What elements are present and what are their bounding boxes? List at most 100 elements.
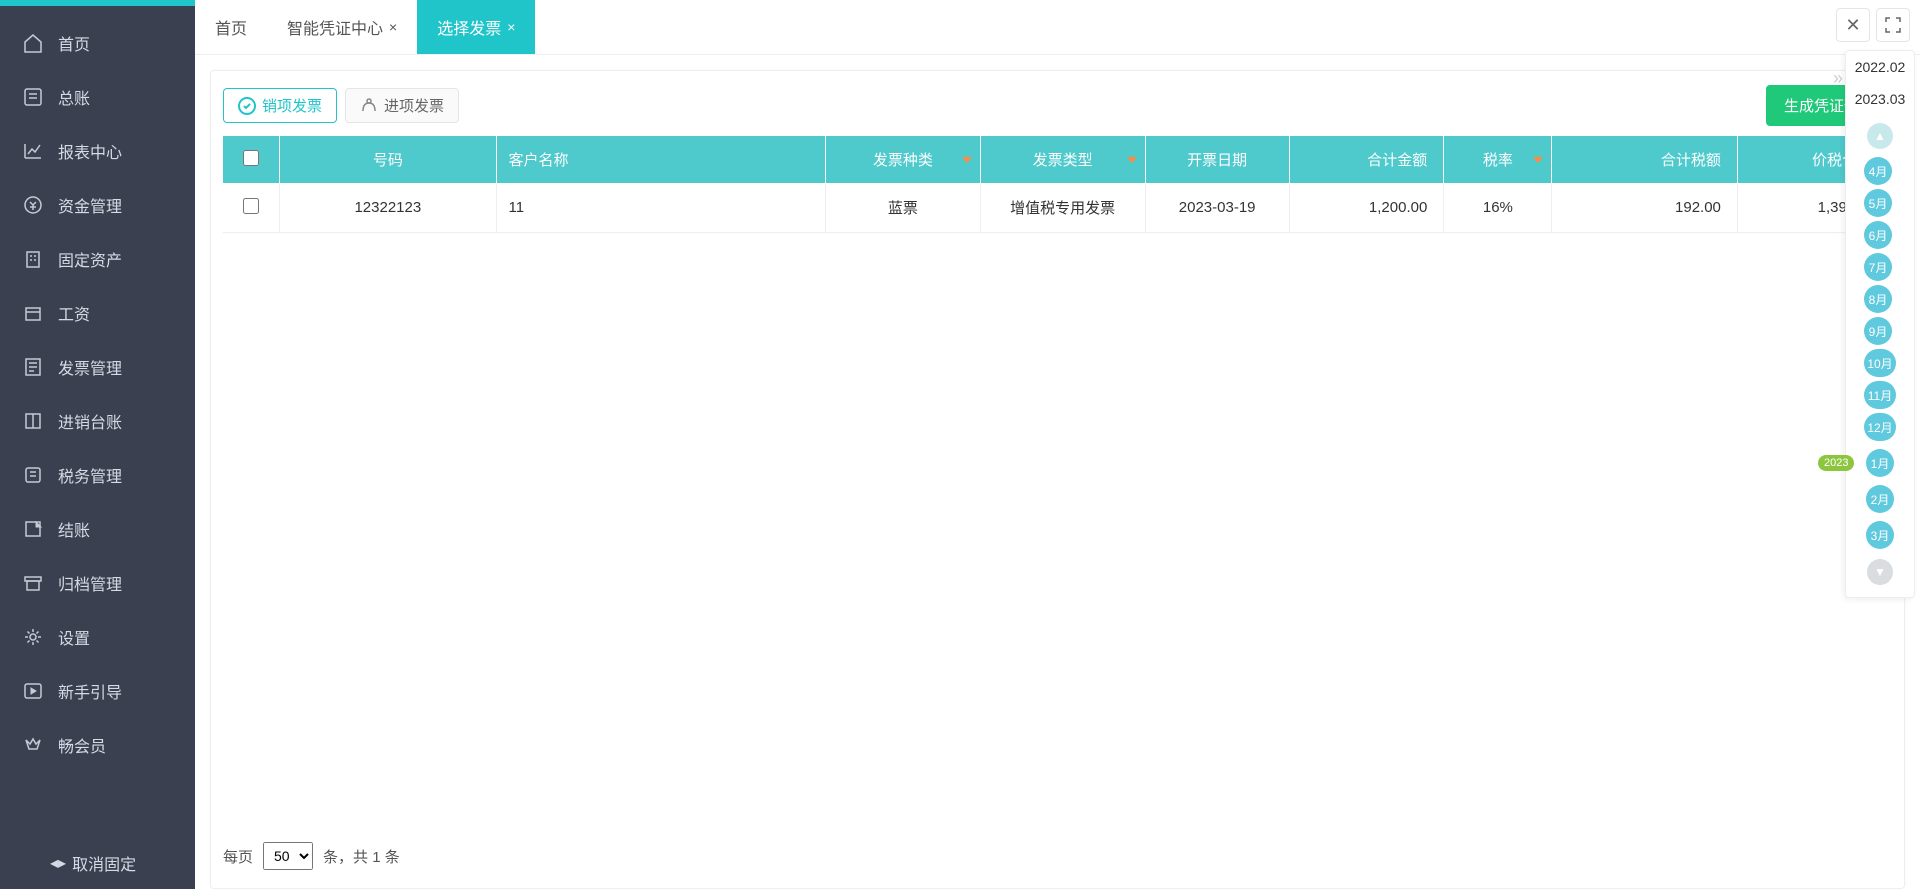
fullscreen-button[interactable] xyxy=(1876,8,1910,42)
cell-number: 12322123 xyxy=(280,183,496,233)
sidebar-item-home[interactable]: 首页 xyxy=(0,16,195,70)
tab-1[interactable]: 智能凭证中心× xyxy=(267,0,417,54)
sidebar-item-ledger[interactable]: 总账 xyxy=(0,70,195,124)
input-invoice-icon xyxy=(360,97,378,115)
output-invoice-tab[interactable]: 销项发票 xyxy=(223,88,337,123)
period-month-pill[interactable]: 11月 xyxy=(1864,381,1896,409)
sidebar-item-tax[interactable]: 税务管理 xyxy=(0,448,195,502)
play-icon xyxy=(22,680,44,702)
sidebar-item-guide[interactable]: 新手引导 xyxy=(0,664,195,718)
period-month-pill[interactable]: 3月 xyxy=(1866,521,1894,549)
table-row: 12322123 11 蓝票 增值税专用发票 2023-03-19 1,200.… xyxy=(223,183,1892,233)
input-invoice-tab[interactable]: 进项发票 xyxy=(345,88,459,123)
header-total-tax: 合计税额 xyxy=(1552,136,1737,183)
sidebar: 首页总账报表中心资金管理固定资产工资发票管理进销台账税务管理结账归档管理设置新手… xyxy=(0,0,195,889)
unpin-label: 取消固定 xyxy=(72,851,136,875)
home-icon xyxy=(22,32,44,54)
period-month-pill[interactable]: 4月 xyxy=(1864,157,1892,185)
tax-icon xyxy=(22,464,44,486)
period-month-pill[interactable]: 8月 xyxy=(1864,285,1892,313)
header-total-amount: 合计金额 xyxy=(1289,136,1444,183)
period-month-pill[interactable]: 5月 xyxy=(1864,189,1892,217)
sidebar-item-label: 工资 xyxy=(58,301,90,325)
sidebar-item-label: 归档管理 xyxy=(58,571,122,595)
collapse-icon: ◂▸ xyxy=(50,853,66,873)
header-customer: 客户名称 xyxy=(496,136,826,183)
sidebar-item-label: 税务管理 xyxy=(58,463,122,487)
header-checkbox[interactable] xyxy=(223,136,280,183)
row-checkbox[interactable] xyxy=(243,198,259,214)
filter-caret-icon[interactable] xyxy=(1127,157,1137,163)
sidebar-item-reports[interactable]: 报表中心 xyxy=(0,124,195,178)
sidebar-item-archive[interactable]: 归档管理 xyxy=(0,556,195,610)
tab-label: 选择发票 xyxy=(437,15,501,39)
header-invoice-type[interactable]: 发票类型 xyxy=(980,136,1145,183)
sidebar-item-label: 报表中心 xyxy=(58,139,122,163)
sidebar-item-purchase-sales[interactable]: 进销台账 xyxy=(0,394,195,448)
tab-close-icon[interactable]: × xyxy=(389,19,397,35)
close-books-icon xyxy=(22,518,44,540)
close-panel-button[interactable]: ✕ xyxy=(1836,8,1870,42)
filter-caret-icon[interactable] xyxy=(962,157,972,163)
sidebar-item-invoice[interactable]: 发票管理 xyxy=(0,340,195,394)
period-month-pill[interactable]: 2月 xyxy=(1866,485,1894,513)
tab-close-icon[interactable]: × xyxy=(507,19,515,35)
sidebar-item-label: 新手引导 xyxy=(58,679,122,703)
period-month-pill[interactable]: 7月 xyxy=(1864,253,1892,281)
period-year-badge: 2023 xyxy=(1818,455,1854,471)
period-year-item[interactable]: 2023.03 xyxy=(1846,83,1914,115)
period-month-pill[interactable]: 1月 xyxy=(1866,449,1894,477)
per-page-select[interactable]: 50 xyxy=(263,842,313,870)
book-icon xyxy=(22,410,44,432)
building-icon xyxy=(22,248,44,270)
period-panel: » 2022.02 2023.03 ▲ 4月5月6月7月8月9月10月11月12… xyxy=(1845,50,1915,598)
sidebar-item-settings[interactable]: 设置 xyxy=(0,610,195,664)
sidebar-item-label: 结账 xyxy=(58,517,90,541)
unpin-sidebar-button[interactable]: ◂▸ 取消固定 xyxy=(0,837,195,889)
sidebar-items: 首页总账报表中心资金管理固定资产工资发票管理进销台账税务管理结账归档管理设置新手… xyxy=(0,6,195,837)
sidebar-item-label: 总账 xyxy=(58,85,90,109)
tab-bar: 首页智能凭证中心× 选择发票 × xyxy=(195,0,1920,55)
period-scroll-down[interactable]: ▼ xyxy=(1867,559,1893,585)
period-month-pill[interactable]: 9月 xyxy=(1864,317,1892,345)
period-month-pill[interactable]: 10月 xyxy=(1864,349,1896,377)
sidebar-item-funds[interactable]: 资金管理 xyxy=(0,178,195,232)
period-month-pill[interactable]: 12月 xyxy=(1864,413,1896,441)
header-tax-rate[interactable]: 税率 xyxy=(1444,136,1552,183)
vip-icon xyxy=(22,734,44,756)
filter-caret-icon[interactable] xyxy=(1533,157,1543,163)
tab-0[interactable]: 首页 xyxy=(195,0,267,54)
fullscreen-icon xyxy=(1885,17,1901,33)
sidebar-item-label: 设置 xyxy=(58,625,90,649)
per-page-label: 每页 xyxy=(223,846,253,867)
pager-unit-label: 条，共 1 条 xyxy=(323,846,400,867)
content: 销项发票 进项发票 生成凭证预览 xyxy=(195,55,1920,889)
period-collapse-icon[interactable]: » xyxy=(1828,63,1848,93)
sidebar-item-close[interactable]: 结账 xyxy=(0,502,195,556)
money-icon xyxy=(22,194,44,216)
cell-customer: 11 xyxy=(496,183,826,233)
sidebar-item-label: 畅会员 xyxy=(58,733,106,757)
period-year-item[interactable]: 2022.02 xyxy=(1846,51,1914,83)
topright-controls: ✕ xyxy=(1836,8,1910,42)
input-invoice-label: 进项发票 xyxy=(384,95,444,116)
cell-tax: 192.00 xyxy=(1552,183,1737,233)
sidebar-item-label: 发票管理 xyxy=(58,355,122,379)
sidebar-item-label: 首页 xyxy=(58,31,90,55)
header-number: 号码 xyxy=(280,136,496,183)
invoice-table: 号码 客户名称 发票种类 发票类型 开票日期 合计金额 税率 合计税额 价税合计 xyxy=(223,136,1892,233)
header-issue-date: 开票日期 xyxy=(1145,136,1289,183)
header-invoice-kind[interactable]: 发票种类 xyxy=(826,136,981,183)
period-scroll-up[interactable]: ▲ xyxy=(1867,123,1893,149)
cell-date: 2023-03-19 xyxy=(1145,183,1289,233)
sidebar-item-label: 固定资产 xyxy=(58,247,122,271)
tab-2[interactable]: 选择发票 × xyxy=(417,0,535,54)
main-area: 首页智能凭证中心× 选择发票 × ✕ 销项发票 xyxy=(195,0,1920,889)
sidebar-item-member[interactable]: 畅会员 xyxy=(0,718,195,772)
period-month-pill[interactable]: 6月 xyxy=(1864,221,1892,249)
sidebar-item-label: 资金管理 xyxy=(58,193,122,217)
cell-type: 增值税专用发票 xyxy=(980,183,1145,233)
select-all-checkbox[interactable] xyxy=(243,150,259,166)
sidebar-item-salary[interactable]: 工资 xyxy=(0,286,195,340)
sidebar-item-assets[interactable]: 固定资产 xyxy=(0,232,195,286)
